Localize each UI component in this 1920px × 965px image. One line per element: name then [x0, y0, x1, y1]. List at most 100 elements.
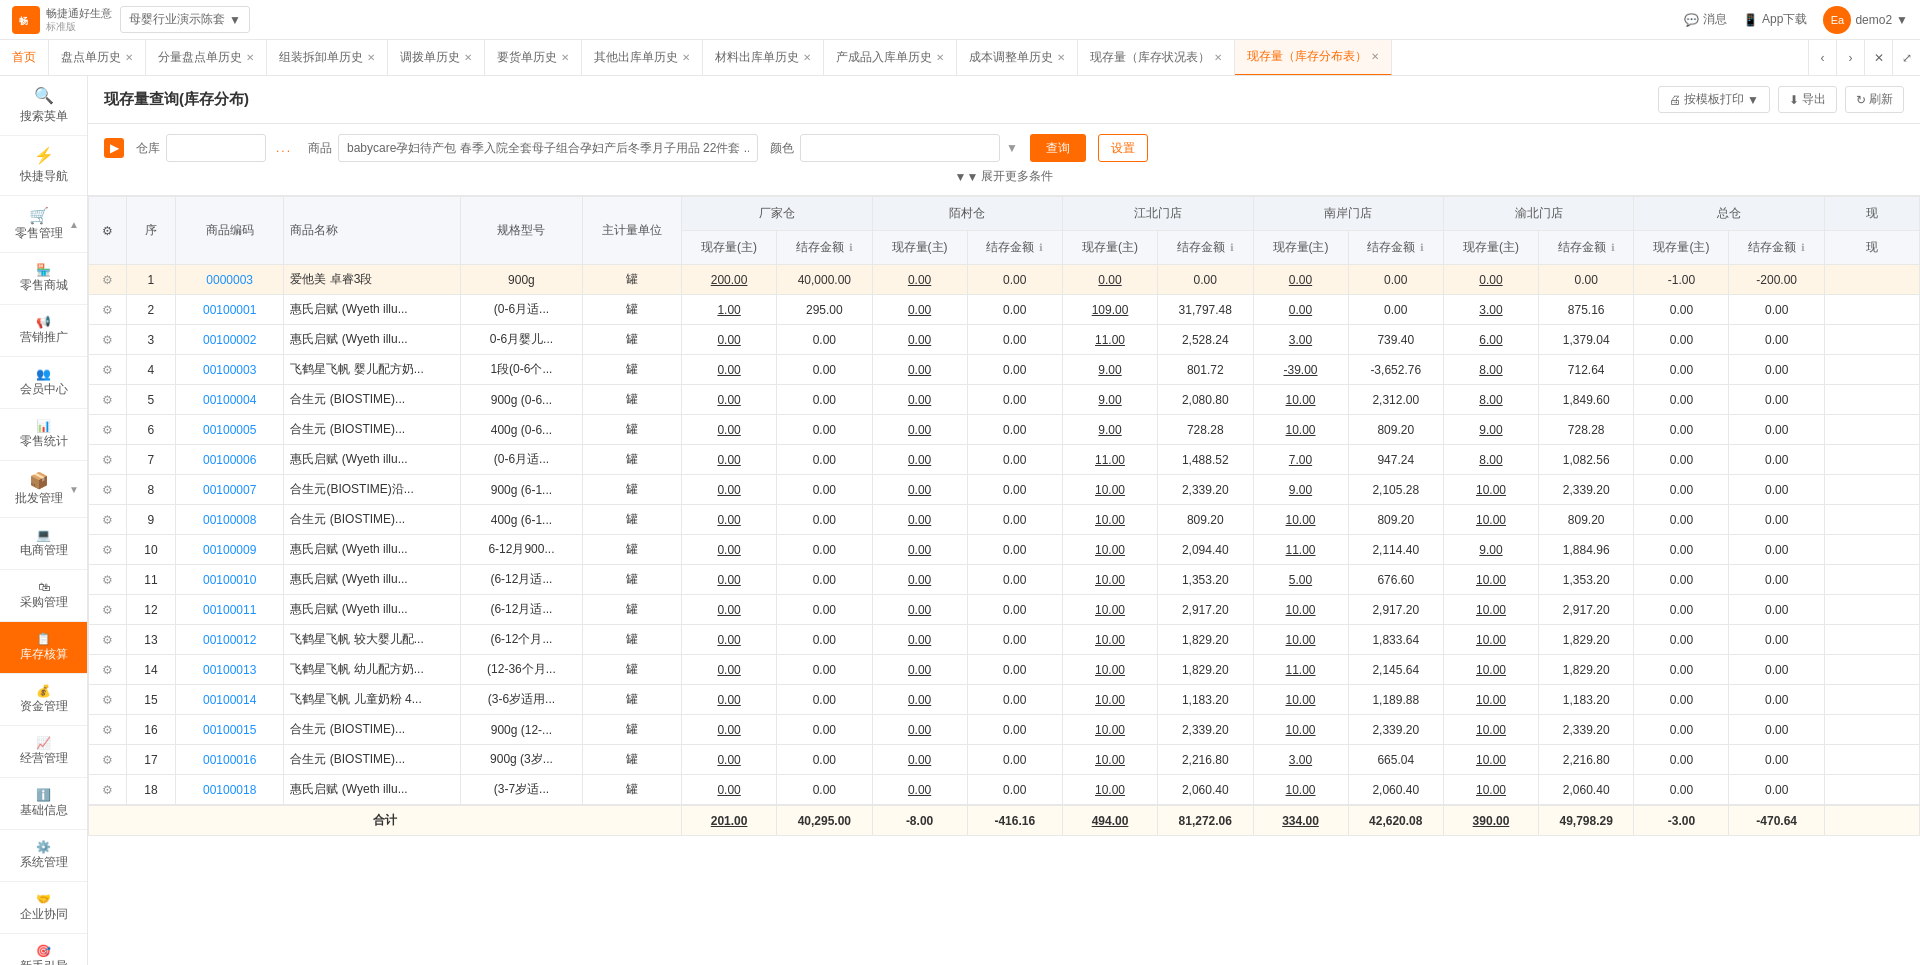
row-w5-qty[interactable]: 10.00 [1443, 505, 1538, 535]
row-gear[interactable]: ⚙ [89, 745, 127, 775]
w5-amt-info[interactable]: ℹ [1611, 242, 1615, 253]
row-w2-qty[interactable]: 0.00 [872, 355, 967, 385]
tab-close-cost-adjust[interactable]: ✕ [1057, 52, 1065, 63]
row-gear[interactable]: ⚙ [89, 385, 127, 415]
row-gear[interactable]: ⚙ [89, 625, 127, 655]
row-w5-qty[interactable]: 6.00 [1443, 325, 1538, 355]
row-w3-qty[interactable]: 10.00 [1063, 565, 1158, 595]
tab-material-out[interactable]: 材料出库单历史 ✕ [703, 40, 824, 76]
row-w4-qty[interactable]: 9.00 [1253, 475, 1348, 505]
tab-close-all-btn[interactable]: ✕ [1864, 40, 1892, 76]
row-w3-qty[interactable]: 9.00 [1063, 385, 1158, 415]
row-gear[interactable]: ⚙ [89, 775, 127, 806]
summary-w5-qty[interactable]: 390.00 [1443, 805, 1538, 836]
row-w2-qty[interactable]: 0.00 [872, 325, 967, 355]
row-w2-qty[interactable]: 0.00 [872, 505, 967, 535]
row-w5-qty[interactable]: 10.00 [1443, 685, 1538, 715]
row-w3-qty[interactable]: 10.00 [1063, 655, 1158, 685]
expand-more-btn[interactable]: ▼▼ 展开更多条件 [104, 168, 1904, 185]
row-gear[interactable]: ⚙ [89, 655, 127, 685]
row-w2-qty[interactable]: 0.00 [872, 475, 967, 505]
row-gear[interactable]: ⚙ [89, 595, 127, 625]
row-gear[interactable]: ⚙ [89, 295, 127, 325]
row-w3-qty[interactable]: 10.00 [1063, 505, 1158, 535]
row-w1-qty[interactable]: 0.00 [682, 685, 777, 715]
row-w5-qty[interactable]: 3.00 [1443, 295, 1538, 325]
row-w5-qty[interactable]: 10.00 [1443, 745, 1538, 775]
row-gear[interactable]: ⚙ [89, 715, 127, 745]
row-w1-qty[interactable]: 0.00 [682, 565, 777, 595]
sidebar-item-guide[interactable]: 🎯 新手引导 [0, 934, 87, 965]
search-btn[interactable]: 查询 [1030, 134, 1086, 162]
row-w2-qty[interactable]: 0.00 [872, 295, 967, 325]
total-amt-info[interactable]: ℹ [1801, 242, 1805, 253]
row-w3-qty[interactable]: 10.00 [1063, 715, 1158, 745]
row-w3-qty[interactable]: 9.00 [1063, 355, 1158, 385]
row-gear[interactable]: ⚙ [89, 445, 127, 475]
sidebar-item-member[interactable]: 👥 会员中心 [0, 357, 87, 409]
filter-toggle-btn[interactable]: ▶ [104, 138, 124, 158]
col-header-gear[interactable]: ⚙ [89, 197, 127, 265]
summary-w4-qty[interactable]: 334.00 [1253, 805, 1348, 836]
row-w2-qty[interactable]: 0.00 [872, 745, 967, 775]
sidebar-item-wholesale[interactable]: 📦 批发管理 ▼ [0, 461, 87, 518]
row-w5-qty[interactable]: 0.00 [1443, 265, 1538, 295]
row-w1-qty[interactable]: 200.00 [682, 265, 777, 295]
row-gear[interactable]: ⚙ [89, 325, 127, 355]
tab-stocktake[interactable]: 盘点单历史 ✕ [49, 40, 146, 76]
row-w3-qty[interactable]: 10.00 [1063, 745, 1158, 775]
color-input[interactable] [800, 134, 1000, 162]
row-w2-qty[interactable]: 0.00 [872, 655, 967, 685]
message-btn[interactable]: 💬 消息 [1684, 11, 1727, 28]
tab-stock-dist[interactable]: 现存量（库存分布表） ✕ [1235, 40, 1392, 76]
row-w4-qty[interactable]: 0.00 [1253, 295, 1348, 325]
row-w3-qty[interactable]: 10.00 [1063, 685, 1158, 715]
sidebar-item-enterprise[interactable]: 🤝 企业协同 [0, 882, 87, 934]
row-w1-qty[interactable]: 0.00 [682, 505, 777, 535]
row-w3-qty[interactable]: 10.00 [1063, 625, 1158, 655]
tab-close-split[interactable]: ✕ [246, 52, 254, 63]
sidebar-item-ecommerce[interactable]: 💻 电商管理 [0, 518, 87, 570]
tab-stock-status[interactable]: 现存量（库存状况表） ✕ [1078, 40, 1235, 76]
row-w5-qty[interactable]: 9.00 [1443, 415, 1538, 445]
row-w1-qty[interactable]: 1.00 [682, 295, 777, 325]
tab-cost-adjust[interactable]: 成本调整单历史 ✕ [957, 40, 1078, 76]
sidebar-item-shop[interactable]: 🏪 零售商城 [0, 253, 87, 305]
row-w3-qty[interactable]: 109.00 [1063, 295, 1158, 325]
row-w5-qty[interactable]: 9.00 [1443, 535, 1538, 565]
row-gear[interactable]: ⚙ [89, 685, 127, 715]
sidebar-item-basic[interactable]: ℹ️ 基础信息 [0, 778, 87, 830]
export-btn[interactable]: ⬇ 导出 [1778, 86, 1837, 113]
w3-amt-info[interactable]: ℹ [1230, 242, 1234, 253]
row-w5-qty[interactable]: 10.00 [1443, 475, 1538, 505]
row-w2-qty[interactable]: 0.00 [872, 565, 967, 595]
row-w1-qty[interactable]: 0.00 [682, 655, 777, 685]
sidebar-item-purchase[interactable]: 🛍 采购管理 [0, 570, 87, 622]
row-w4-qty[interactable]: 5.00 [1253, 565, 1348, 595]
row-w2-qty[interactable]: 0.00 [872, 265, 967, 295]
tab-close-assembly[interactable]: ✕ [367, 52, 375, 63]
row-w5-qty[interactable]: 10.00 [1443, 775, 1538, 806]
row-w5-qty[interactable]: 8.00 [1443, 445, 1538, 475]
tab-maximize-btn[interactable]: ⤢ [1892, 40, 1920, 76]
row-w1-qty[interactable]: 0.00 [682, 445, 777, 475]
row-w2-qty[interactable]: 0.00 [872, 385, 967, 415]
row-w2-qty[interactable]: 0.00 [872, 445, 967, 475]
row-w4-qty[interactable]: 10.00 [1253, 505, 1348, 535]
tab-transfer[interactable]: 调拨单历史 ✕ [388, 40, 485, 76]
sidebar-item-marketing[interactable]: 📢 营销推广 [0, 305, 87, 357]
row-w4-qty[interactable]: 0.00 [1253, 265, 1348, 295]
row-w3-qty[interactable]: 0.00 [1063, 265, 1158, 295]
tab-close-product-in[interactable]: ✕ [936, 52, 944, 63]
sidebar-item-search[interactable]: 🔍 搜索英单 [0, 76, 87, 136]
table-container[interactable]: ⚙ 序 商品编码 商品名称 规格型号 主计量单位 厂家仓 陌村仓 江北门店 南岸… [88, 196, 1920, 965]
row-w4-qty[interactable]: 10.00 [1253, 715, 1348, 745]
row-w4-qty[interactable]: 10.00 [1253, 685, 1348, 715]
app-download-btn[interactable]: 📱 App下载 [1743, 11, 1807, 28]
row-gear[interactable]: ⚙ [89, 565, 127, 595]
row-w1-qty[interactable]: 0.00 [682, 625, 777, 655]
row-w2-qty[interactable]: 0.00 [872, 595, 967, 625]
print-btn[interactable]: 🖨 按模板打印 ▼ [1658, 86, 1770, 113]
row-w2-qty[interactable]: 0.00 [872, 685, 967, 715]
tab-close-other-out[interactable]: ✕ [682, 52, 690, 63]
